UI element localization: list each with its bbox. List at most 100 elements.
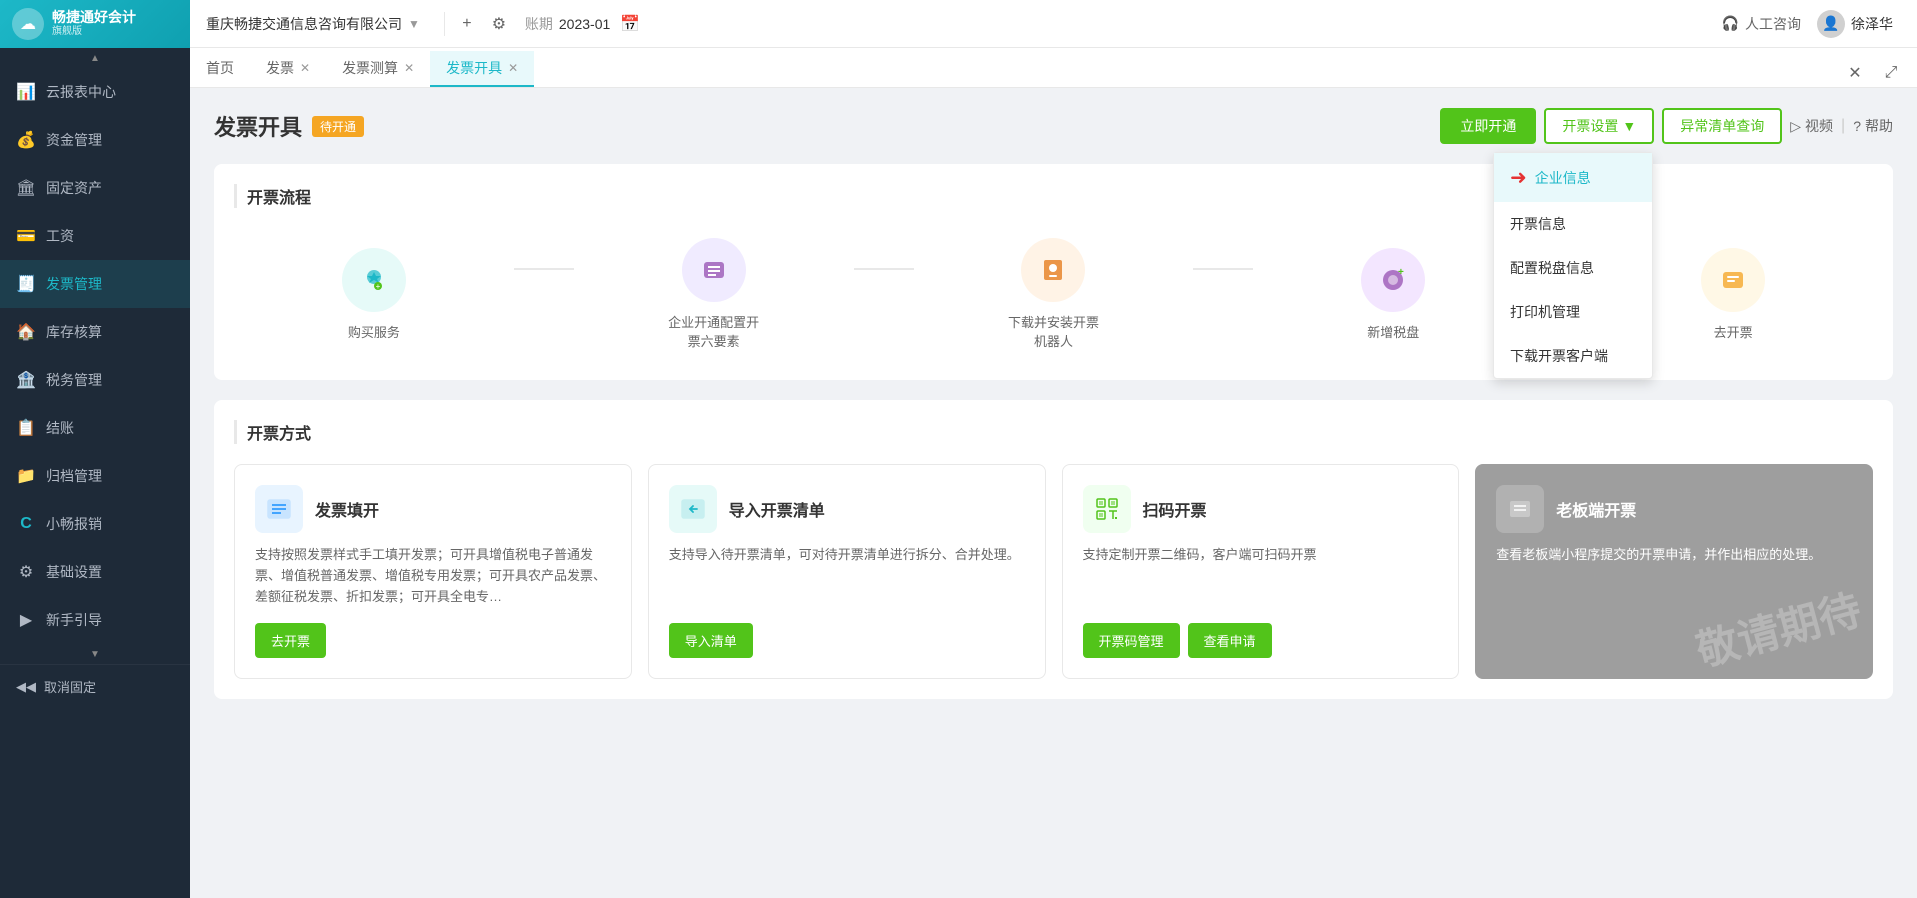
cloud-report-icon: 📊: [16, 82, 36, 102]
divider-1: [444, 12, 445, 36]
xiaochang-icon: C: [16, 514, 36, 534]
sidebar-item-inventory[interactable]: 🏠 库存核算: [0, 308, 190, 356]
sidebar-item-archive[interactable]: 📁 归档管理: [0, 452, 190, 500]
top-actions: + ⚙: [453, 10, 513, 38]
sidebar-item-invoice-mgmt[interactable]: 🧾 发票管理: [0, 260, 190, 308]
sidebar-item-settlement[interactable]: 📋 结账: [0, 404, 190, 452]
activate-button[interactable]: 立即开通: [1440, 108, 1536, 144]
sidebar-item-new-guide[interactable]: ▶ 新手引导: [0, 596, 190, 644]
method-card-boss-invoice: 老板端开票 查看老板端小程序提交的开票申请，并作出相应的处理。 敬请期待: [1475, 464, 1873, 679]
sidebar-scroll-up[interactable]: ▲: [0, 48, 190, 68]
settings-button[interactable]: ⚙: [485, 10, 513, 38]
inventory-icon: 🏠: [16, 322, 36, 342]
main-layout: ▲ 📊 云报表中心 💰 资金管理 🏛 固定资产 💳 工资 🧾 发票管理 🏠 库存…: [0, 48, 1917, 898]
sidebar-label-archive: 归档管理: [46, 466, 102, 486]
view-apply-button[interactable]: 查看申请: [1188, 623, 1272, 658]
sidebar-cancel-pin[interactable]: ◀◀ 取消固定: [0, 664, 190, 708]
step-label-go-issue: 去开票: [1714, 322, 1753, 341]
new-guide-icon: ▶: [16, 610, 36, 630]
play-icon: ▷: [1790, 118, 1801, 135]
help-button[interactable]: ? 帮助: [1853, 116, 1893, 136]
sidebar-label-basic-settings: 基础设置: [46, 562, 102, 582]
settlement-icon: 📋: [16, 418, 36, 438]
tab-invoice-issue-label: 发票开具: [446, 58, 502, 78]
dropdown-item-invoice-info[interactable]: 开票信息: [1494, 202, 1652, 246]
method-header-scan: 扫码开票: [1083, 485, 1439, 533]
import-list-desc: 支持导入待开票清单，可对待开票清单进行拆分、合并处理。: [669, 545, 1025, 607]
flow-step-tax-disk: + 新增税盘: [1253, 248, 1533, 341]
video-button[interactable]: ▷ 视频: [1790, 116, 1833, 136]
tab-invoice-close[interactable]: ✕: [300, 62, 310, 74]
tab-invoice-issue-close[interactable]: ✕: [508, 62, 518, 74]
flow-step-config-enterprise: 企业开通配置开票六要素: [574, 238, 854, 350]
fund-mgmt-icon: 💰: [16, 130, 36, 150]
flow-sep-3: [1193, 268, 1253, 270]
tab-close-button[interactable]: ✕: [1841, 59, 1869, 87]
tab-maximize-button[interactable]: ⤢: [1877, 59, 1905, 87]
dropdown-item-company-info[interactable]: ➜ 企业信息: [1494, 153, 1652, 202]
sidebar-item-basic-settings[interactable]: ⚙ 基础设置: [0, 548, 190, 596]
scan-code-title: 扫码开票: [1143, 497, 1207, 521]
tab-invoice-calc-label: 发票测算: [342, 58, 398, 78]
sidebar-item-payroll[interactable]: 💳 工资: [0, 212, 190, 260]
sidebar-item-cloud-report[interactable]: 📊 云报表中心: [0, 68, 190, 116]
tab-invoice-issue[interactable]: 发票开具 ✕: [430, 51, 534, 87]
sidebar-item-xiaochang[interactable]: C 小畅报销: [0, 500, 190, 548]
sidebar-item-tax-mgmt[interactable]: 🏦 税务管理: [0, 356, 190, 404]
sidebar-label-invoice-mgmt: 发票管理: [46, 274, 102, 294]
flow-step-download: 下载并安装开票机器人: [914, 238, 1194, 350]
go-invoice-button[interactable]: 去开票: [255, 623, 326, 658]
top-bar: ☁ 畅捷通好会计 旗舰版 重庆畅捷交通信息咨询有限公司 ▼ + ⚙ 账期 202…: [0, 0, 1917, 48]
user-area[interactable]: 👤 徐泽华: [1817, 10, 1893, 38]
company-selector[interactable]: 重庆畅捷交通信息咨询有限公司 ▼: [190, 14, 436, 34]
unpin-icon: ◀◀: [16, 679, 36, 695]
divider-help: |: [1841, 117, 1845, 135]
step-label-config: 企业开通配置开票六要素: [664, 312, 764, 350]
fixed-assets-icon: 🏛: [16, 178, 36, 198]
content-area: 首页 发票 ✕ 发票测算 ✕ 发票开具 ✕ ✕ ⤢: [190, 48, 1917, 898]
flow-sep-2: [854, 268, 914, 270]
dropdown-item-printer-mgmt[interactable]: 打印机管理: [1494, 290, 1652, 334]
methods-section-title: 开票方式: [234, 420, 1873, 444]
period-value: 2023-01: [559, 16, 610, 32]
sidebar-label-inventory: 库存核算: [46, 322, 102, 342]
scan-code-icon: [1083, 485, 1131, 533]
app-sub: 旗舰版: [52, 26, 136, 38]
sidebar-item-fixed-assets[interactable]: 🏛 固定资产: [0, 164, 190, 212]
fill-invoice-desc: 支持按照发票样式手工填开发票；可开具增值税电子普通发票、增值税普通发票、增值税专…: [255, 545, 611, 607]
consultation-button[interactable]: 🎧 人工咨询: [1722, 14, 1801, 34]
tab-invoice-calc-close[interactable]: ✕: [404, 62, 414, 74]
calendar-button[interactable]: 📅: [616, 10, 644, 38]
headset-icon: 🎧: [1722, 15, 1739, 32]
tab-invoice[interactable]: 发票 ✕: [250, 51, 326, 87]
settings-button[interactable]: 开票设置 ▼: [1544, 108, 1654, 144]
add-button[interactable]: +: [453, 10, 481, 38]
step-circle-buy-service: +: [342, 248, 406, 312]
scan-code-desc: 支持定制开票二维码，客户端可扫码开票: [1083, 545, 1439, 607]
fill-invoice-title: 发票填开: [315, 497, 379, 521]
help-label: 帮助: [1865, 116, 1893, 136]
period-label: 账期: [525, 14, 553, 34]
sidebar-label-settlement: 结账: [46, 418, 74, 438]
fill-invoice-icon: [255, 485, 303, 533]
svg-text:+: +: [1398, 267, 1404, 278]
logo-area: ☁ 畅捷通好会计 旗舰版: [0, 0, 190, 48]
sidebar-item-fund-mgmt[interactable]: 💰 资金管理: [0, 116, 190, 164]
consultation-label: 人工咨询: [1745, 14, 1801, 34]
dropdown-label-download-client: 下载开票客户端: [1510, 346, 1608, 366]
dropdown-arrow-company: ➜: [1510, 165, 1527, 190]
tab-home[interactable]: 首页: [190, 51, 250, 87]
tab-home-label: 首页: [206, 58, 234, 78]
exception-button[interactable]: 异常清单查询: [1662, 108, 1782, 144]
qr-mgmt-button[interactable]: 开票码管理: [1083, 623, 1180, 658]
tab-bar: 首页 发票 ✕ 发票测算 ✕ 发票开具 ✕ ✕ ⤢: [190, 48, 1917, 88]
import-list-button[interactable]: 导入清单: [669, 623, 753, 658]
tab-invoice-calc[interactable]: 发票测算 ✕: [326, 51, 430, 87]
dropdown-item-download-client[interactable]: 下载开票客户端: [1494, 334, 1652, 378]
sidebar-label-cloud-report: 云报表中心: [46, 82, 116, 102]
step-circle-tax-disk: +: [1361, 248, 1425, 312]
dropdown-label-company-info: 企业信息: [1535, 168, 1591, 188]
scan-code-footer: 开票码管理 查看申请: [1083, 623, 1439, 658]
dropdown-item-tax-config[interactable]: 配置税盘信息: [1494, 246, 1652, 290]
sidebar-scroll-down[interactable]: ▼: [0, 644, 190, 664]
